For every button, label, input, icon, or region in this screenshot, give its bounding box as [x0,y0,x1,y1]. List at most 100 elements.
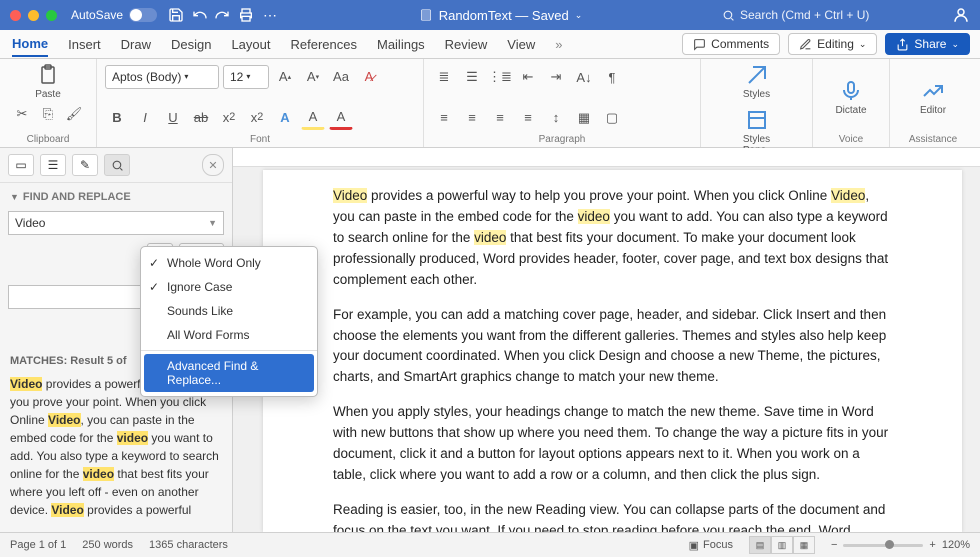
menu-sounds-like[interactable]: Sounds Like [141,299,317,323]
status-words[interactable]: 250 words [82,539,133,551]
more-icon[interactable]: ⋯ [261,6,279,24]
zoom-control[interactable]: − + 120% [831,539,970,551]
titlebar: AutoSave ⋯ RandomText — Saved ⌄ Search (… [0,0,980,30]
menu-all-forms[interactable]: All Word Forms [141,323,317,347]
redo-icon[interactable] [213,6,231,24]
tab-layout[interactable]: Layout [231,33,270,56]
dropdown-icon[interactable]: ▼ [208,218,217,228]
switch-icon[interactable] [129,8,157,22]
minimize-window[interactable] [28,10,39,21]
shading-icon[interactable]: ▦ [572,106,596,130]
pilcrow-icon[interactable]: ¶ [600,65,624,89]
paragraph: When you apply styles, your headings cha… [333,402,892,486]
sort-icon[interactable]: A↓ [572,65,596,89]
tab-insert[interactable]: Insert [68,33,101,56]
tab-more[interactable]: » [555,33,562,56]
tab-review[interactable]: Review [445,33,488,56]
tab-references[interactable]: References [291,33,357,56]
strike-icon[interactable]: ab [189,105,213,129]
web-view-icon[interactable]: ▦ [793,536,815,554]
window-controls [10,10,57,21]
styles-button[interactable]: Styles [734,63,779,100]
zoom-in-icon[interactable]: + [929,539,935,551]
copy-icon[interactable]: ⎘ [36,102,60,126]
search-tab-icon[interactable] [104,154,130,176]
thumbnails-tab-icon[interactable]: ▭ [8,154,34,176]
tab-view[interactable]: View [507,33,535,56]
close-window[interactable] [10,10,21,21]
account-icon[interactable] [952,6,970,24]
ribbon-tabs: Home Insert Draw Design Layout Reference… [0,30,980,59]
autosave-toggle[interactable]: AutoSave [71,8,157,22]
font-size-select[interactable]: 12▾ [223,65,269,89]
comments-button[interactable]: Comments [682,33,780,55]
font-color-icon[interactable]: A [329,104,353,130]
status-page[interactable]: Page 1 of 1 [10,539,66,551]
dec-indent-icon[interactable]: ⇤ [516,65,540,89]
superscript-icon[interactable]: x2 [245,105,269,129]
document-area: Video provides a powerful way to help yo… [233,148,980,532]
line-spacing-icon[interactable]: ↕ [544,106,568,130]
underline-icon[interactable]: U [161,105,185,129]
grow-font-icon[interactable]: A▴ [273,65,297,89]
italic-icon[interactable]: I [133,105,157,129]
align-center-icon[interactable]: ≡ [460,106,484,130]
tab-design[interactable]: Design [171,33,211,56]
find-replace-sidebar: ▭ ☰ ✎ ✕ ▼FIND AND REPLACE Video ▼ ▾ Find… [0,148,233,532]
borders-icon[interactable]: ▢ [600,106,624,130]
zoom-out-icon[interactable]: − [831,539,837,551]
format-painter-icon[interactable]: 🖌 [62,102,86,126]
menu-advanced-find[interactable]: Advanced Find & Replace... [144,354,314,392]
menu-ignore-case[interactable]: Ignore Case [141,275,317,299]
focus-button[interactable]: ▣ Focus [689,539,733,552]
paragraph: Reading is easier, too, in the new Readi… [333,500,892,532]
zoom-level[interactable]: 120% [942,539,970,551]
font-name-select[interactable]: Aptos (Body)▾ [105,65,219,89]
paste-button[interactable]: Paste [26,63,71,100]
group-paragraph: Paragraph [432,132,692,147]
print-layout-view-icon[interactable]: ▤ [749,536,771,554]
tab-draw[interactable]: Draw [121,33,151,56]
maximize-window[interactable] [46,10,57,21]
align-right-icon[interactable]: ≡ [488,106,512,130]
editing-mode-button[interactable]: Editing ⌄ [788,33,877,55]
status-chars[interactable]: 1365 characters [149,539,228,551]
document-page[interactable]: Video provides a powerful way to help yo… [263,170,962,532]
find-input[interactable]: Video ▼ [8,211,224,235]
inc-indent-icon[interactable]: ⇥ [544,65,568,89]
group-assistance: Assistance [898,132,968,147]
dictate-button[interactable]: Dictate [829,79,874,116]
justify-icon[interactable]: ≡ [516,106,540,130]
change-case-icon[interactable]: Aa [329,65,353,89]
menu-whole-word[interactable]: Whole Word Only [141,251,317,275]
zoom-slider[interactable] [843,544,923,547]
search-field[interactable]: Search (Cmd + Ctrl + U) [722,8,942,22]
read-view-icon[interactable]: ▥ [771,536,793,554]
editor-button[interactable]: Editor [911,79,956,116]
shrink-font-icon[interactable]: A▾ [301,65,325,89]
tab-home[interactable]: Home [12,32,48,57]
multilevel-icon[interactable]: ⋮≣ [488,65,512,89]
review-tab-icon[interactable]: ✎ [72,154,98,176]
save-icon[interactable] [167,6,185,24]
statusbar: Page 1 of 1 250 words 1365 characters ▣ … [0,532,980,557]
cut-icon[interactable]: ✂ [10,102,34,126]
pane-title: ▼FIND AND REPLACE [0,183,232,211]
subscript-icon[interactable]: x2 [217,105,241,129]
bullets-icon[interactable]: ≣ [432,65,456,89]
numbering-icon[interactable]: ☰ [460,65,484,89]
close-pane-icon[interactable]: ✕ [202,154,224,176]
text-effect-icon[interactable]: A [273,105,297,129]
print-icon[interactable] [237,6,255,24]
share-button[interactable]: Share ⌄ [885,33,970,55]
ruler[interactable] [233,148,980,167]
clear-format-icon[interactable]: A̷ [357,65,381,89]
highlight-icon[interactable]: A [301,104,325,130]
headings-tab-icon[interactable]: ☰ [40,154,66,176]
bold-icon[interactable]: B [105,105,129,129]
search-placeholder: Search (Cmd + Ctrl + U) [740,8,869,22]
undo-icon[interactable] [191,6,209,24]
tab-mailings[interactable]: Mailings [377,33,425,56]
align-left-icon[interactable]: ≡ [432,106,456,130]
doc-title: RandomText — Saved ⌄ [279,8,722,23]
